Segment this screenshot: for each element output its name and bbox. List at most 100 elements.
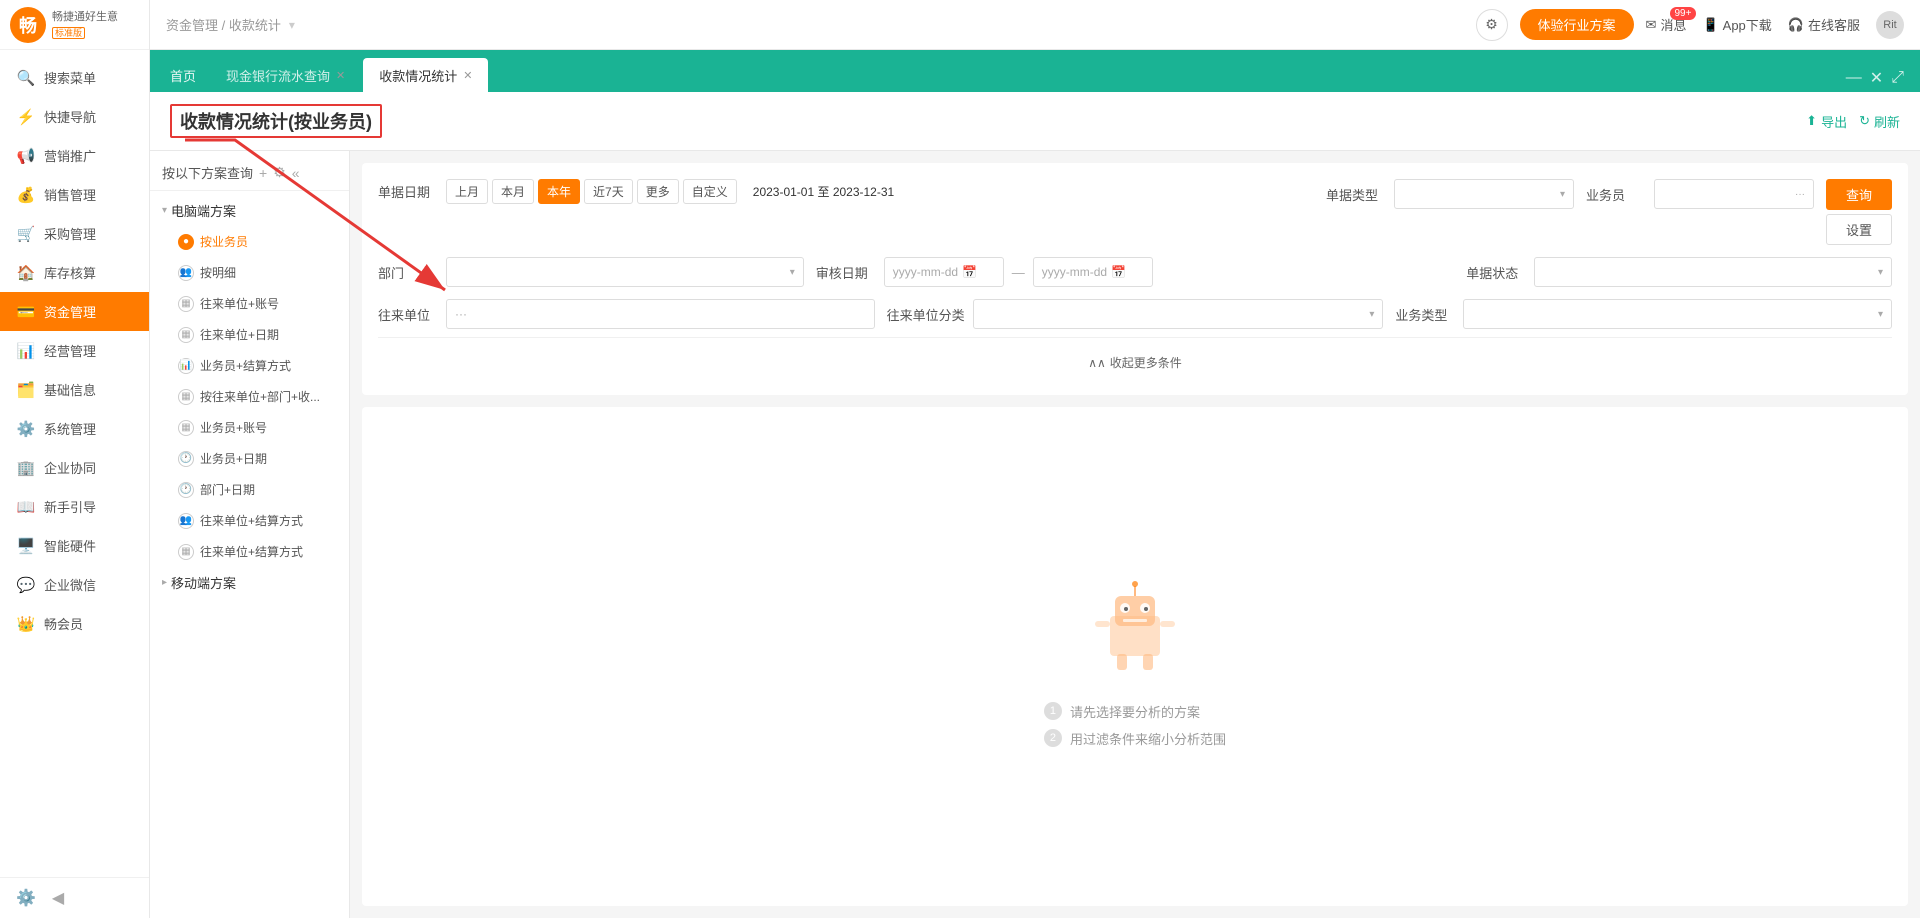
business-type-select[interactable]: ▾ [1463,299,1892,329]
gear-icon: ⚙ [1485,16,1498,33]
scheme-item-salesman-settlement[interactable]: 📊 业务员+结算方式 [150,350,349,381]
scheme-item-salesman[interactable]: ● 按业务员 [150,226,349,257]
operation-icon: 📊 [16,342,36,360]
window-expand-icon[interactable]: ⤢ [1891,69,1904,87]
date-btn-this-year[interactable]: 本年 [538,179,580,204]
sidebar-item-label: 系统管理 [44,419,96,438]
tab-receipt-stats[interactable]: 收款情况统计 ✕ [363,58,488,92]
desktop-scheme-group[interactable]: ▾ 电脑端方案 [150,195,349,226]
sidebar-item-finance[interactable]: 💳 资金管理 [0,292,149,331]
sidebar: 畅 畅捷通好生意 标准版 🔍 搜索菜单 ⚡ 快捷导航 📢 营销推广 💰 销售管理… [0,0,150,918]
business-type-chevron-icon: ▾ [1878,309,1883,320]
dept-select[interactable]: ▾ [446,257,804,287]
scheme-item-label: 往来单位+账号 [200,295,279,312]
sidebar-item-label: 库存核算 [44,263,96,282]
scheme-item-counterpart-date[interactable]: ▦ 往来单位+日期 [150,319,349,350]
sidebar-item-enterprise[interactable]: 🏢 企业协同 [0,448,149,487]
mobile-scheme-group[interactable]: ▸ 移动端方案 [150,567,349,598]
basic-info-icon: 🗂️ [16,381,36,399]
sidebar-item-warehouse[interactable]: 🏠 库存核算 [0,253,149,292]
app-download-button[interactable]: 📱 App下载 [1702,15,1771,34]
export-button[interactable]: ⬆ 导出 [1806,112,1847,131]
sidebar-item-basic-info[interactable]: 🗂️ 基础信息 [0,370,149,409]
sidebar-item-member[interactable]: 👑 畅会员 [0,604,149,643]
page-actions: ⬆ 导出 ↻ 刷新 [1806,112,1900,131]
add-scheme-icon[interactable]: + [259,165,267,181]
scheme-item-salesman-date[interactable]: 🕐 业务员+日期 [150,443,349,474]
system-icon: ⚙️ [16,420,36,438]
user-avatar[interactable]: Rit [1876,11,1904,39]
salesman-select[interactable]: ··· [1654,179,1814,209]
settings-footer-icon[interactable]: ⚙️ [16,888,36,908]
sidebar-item-label: 企业微信 [44,575,96,594]
sidebar-item-marketing[interactable]: 📢 营销推广 [0,136,149,175]
sidebar-item-quick-nav[interactable]: ⚡ 快捷导航 [0,97,149,136]
sidebar-item-system[interactable]: ⚙️ 系统管理 [0,409,149,448]
scheme-item-counterpart-account[interactable]: ▦ 往来单位+账号 [150,288,349,319]
purchase-icon: 🛒 [16,225,36,243]
counterpart-select[interactable]: ··· [446,299,875,329]
collapse-panel-icon[interactable]: « [292,165,300,181]
scheme-settings-icon[interactable]: ⚙ [273,164,286,181]
sidebar-item-purchase[interactable]: 🛒 采购管理 [0,214,149,253]
collapse-sidebar-icon[interactable]: ◀ [52,888,64,908]
date-separator: — [1012,265,1025,280]
date-btn-7days[interactable]: 近7天 [584,179,633,204]
scheme-item-label: 业务员+结算方式 [200,357,291,374]
scheme-item-counterpart-settlement1[interactable]: 👥 往来单位+结算方式 [150,505,349,536]
notification-icon: ✉ [1646,17,1657,33]
window-close-icon[interactable]: ✕ [1870,68,1883,88]
tab-home[interactable]: 首页 [158,58,208,92]
sidebar-item-operation[interactable]: 📊 经营管理 [0,331,149,370]
left-panel: 按以下方案查询 + ⚙ « ▾ 电脑端方案 ● 按业务员 👥 [150,151,350,918]
scheme-item-counterpart-dept[interactable]: ▦ 按往来单位+部门+收... [150,381,349,412]
counterpart-category-select[interactable]: ▾ [973,299,1384,329]
scheme-item-icon: 🕐 [178,482,194,498]
date-btn-more[interactable]: 更多 [637,179,679,204]
marketing-icon: 📢 [16,147,36,165]
notification-button[interactable]: ✉ 消息 99+ [1646,15,1687,34]
scheme-item-label: 往来单位+结算方式 [200,543,303,560]
scheme-item-salesman-account[interactable]: ▦ 业务员+账号 [150,412,349,443]
finance-icon: 💳 [16,303,36,321]
window-minimize-icon[interactable]: — [1846,69,1862,87]
tab-receipt-stats-close-icon[interactable]: ✕ [463,69,472,82]
tab-bank-flow-close-icon[interactable]: ✕ [336,69,345,82]
gear-button[interactable]: ⚙ [1476,9,1508,41]
tab-receipt-stats-label: 收款情况统计 [379,66,457,85]
sidebar-item-smart-hw[interactable]: 🖥️ 智能硬件 [0,526,149,565]
sidebar-item-sales[interactable]: 💰 销售管理 [0,175,149,214]
date-btn-this-month[interactable]: 本月 [492,179,534,204]
sidebar-item-search-menu[interactable]: 🔍 搜索菜单 [0,58,149,97]
collapse-filter-button[interactable]: ∧∧ 收起更多条件 [1080,346,1190,379]
date-btn-last-month[interactable]: 上月 [446,179,488,204]
settings-button[interactable]: 设置 [1826,214,1892,245]
trial-button[interactable]: 体验行业方案 [1520,9,1634,40]
scheme-item-icon: 📊 [178,358,194,374]
sidebar-item-guide[interactable]: 📖 新手引导 [0,487,149,526]
scheme-item-label: 按业务员 [200,233,248,250]
scheme-item-detail[interactable]: 👥 按明细 [150,257,349,288]
main-area: 资金管理 / 收款统计 ▾ ⚙ 体验行业方案 ✉ 消息 99+ 📱 App下载 … [150,0,1920,918]
sidebar-nav: 🔍 搜索菜单 ⚡ 快捷导航 📢 营销推广 💰 销售管理 🛒 采购管理 🏠 库存核… [0,50,149,877]
logo-icon: 畅 [10,7,46,43]
scheme-item-icon: 👥 [178,513,194,529]
review-date-from-input[interactable]: yyyy-mm-dd 📅 [884,257,1004,287]
scheme-item-counterpart-settlement2[interactable]: ▦ 往来单位+结算方式 [150,536,349,567]
sidebar-item-wechat[interactable]: 💬 企业微信 [0,565,149,604]
review-date-to-input[interactable]: yyyy-mm-dd 📅 [1033,257,1153,287]
scheme-item-dept-date[interactable]: 🕐 部门+日期 [150,474,349,505]
date-btn-custom[interactable]: 自定义 [683,179,737,204]
calendar-to-icon: 📅 [1111,265,1126,279]
doc-status-select[interactable]: ▾ [1534,257,1892,287]
salesman-chevron-icon: ··· [1795,189,1805,200]
business-type-label: 业务类型 [1395,305,1455,324]
query-button[interactable]: 查询 [1826,179,1892,210]
online-service-button[interactable]: 🎧 在线客服 [1788,15,1860,34]
doc-type-select[interactable]: ▾ [1394,179,1574,209]
tab-bank-flow[interactable]: 现金银行流水查询 ✕ [210,58,361,92]
scheme-item-icon: ▦ [178,327,194,343]
sidebar-item-label: 搜索菜单 [44,68,96,87]
sidebar-item-label: 智能硬件 [44,536,96,555]
refresh-button[interactable]: ↻ 刷新 [1859,112,1900,131]
